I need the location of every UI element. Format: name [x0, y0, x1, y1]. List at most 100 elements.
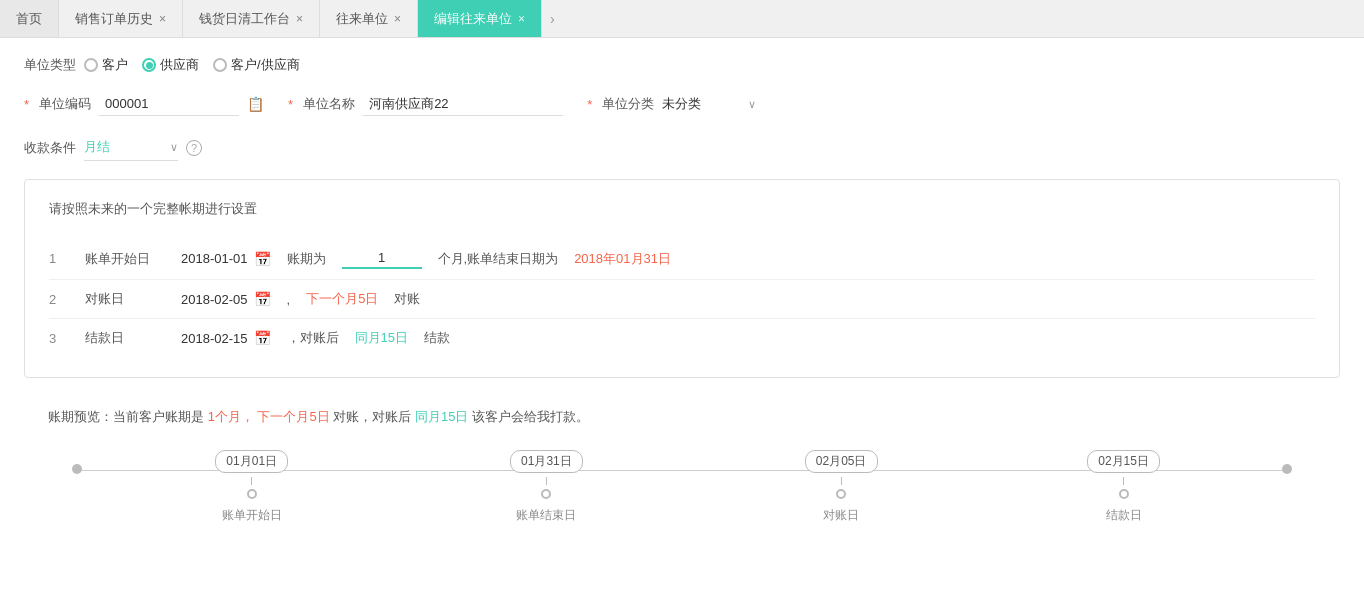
timeline-tick-2 [546, 477, 547, 485]
timeline-dot-2 [541, 489, 551, 499]
tab-cash-work[interactable]: 钱货日清工作台 × [183, 0, 320, 37]
timeline-date-2: 01月31日 [510, 450, 583, 473]
timeline-point-1: 01月01日 账单开始日 [215, 450, 288, 524]
row-label-3: 结款日 [85, 329, 165, 347]
timeline-tick-1 [251, 477, 252, 485]
unit-code-label: 单位编码 [39, 95, 91, 113]
radio-circle-both [213, 58, 227, 72]
radio-supplier[interactable]: 供应商 [142, 56, 199, 74]
start-date-text: 2018-01-01 [181, 251, 248, 266]
reconcile-date-text: 2018-02-05 [181, 292, 248, 307]
timeline-point-2: 01月31日 账单结束日 [510, 450, 583, 524]
row-label-2: 对账日 [85, 290, 165, 308]
preview-months: 1个月， [208, 409, 254, 424]
timeline-dot-1 [247, 489, 257, 499]
timeline-date-1: 01月01日 [215, 450, 288, 473]
billing-card: 请按照未来的一个完整帐期进行设置 1 账单开始日 2018-01-01 📅 账期… [24, 179, 1340, 378]
unit-name-label: 单位名称 [303, 95, 355, 113]
reconcile-highlight: 下一个月5日 [306, 290, 378, 308]
timeline-label-3: 对账日 [823, 507, 859, 524]
timeline-point-3: 02月05日 对账日 [805, 450, 878, 524]
payment-label: 收款条件 [24, 139, 76, 157]
timeline-dot-4 [1119, 489, 1129, 499]
unit-code-input[interactable] [99, 92, 239, 116]
preview-section: 账期预览：当前客户账期是 1个月， 下一个月5日 对账，对账后 同月15日 该客… [24, 394, 1340, 534]
unit-class-label: 单位分类 [602, 95, 654, 113]
radio-circle-customer [84, 58, 98, 72]
payment-row: 收款条件 月结 ∨ ? [24, 134, 1340, 161]
payment-date-value: 2018-02-15 📅 [181, 330, 271, 346]
code-required-star: * [24, 97, 29, 112]
unit-name-group: * 单位名称 [288, 92, 563, 116]
preview-payment-day: 同月15日 [415, 409, 468, 424]
timeline-date-4: 02月15日 [1087, 450, 1160, 473]
radio-circle-supplier [142, 58, 156, 72]
radio-group: 客户 供应商 客户/供应商 [84, 56, 300, 74]
unit-type-row: 单位类型 客户 供应商 客户/供应商 [24, 56, 1340, 74]
close-cash-work[interactable]: × [296, 13, 303, 25]
row-label-1: 账单开始日 [85, 250, 165, 268]
payment-help-icon[interactable]: ? [186, 140, 202, 156]
period-suffix: 个月,账单结束日期为 [438, 250, 559, 268]
tab-partner-unit[interactable]: 往来单位 × [320, 0, 418, 37]
payment-select[interactable]: 月结 ∨ [84, 134, 178, 161]
timeline-tick-3 [841, 477, 842, 485]
unit-class-value: 未分类 [662, 95, 742, 113]
radio-label-customer: 客户 [102, 56, 128, 74]
class-required-star: * [587, 97, 592, 112]
tab-sales-history[interactable]: 销售订单历史 × [59, 0, 183, 37]
radio-both[interactable]: 客户/供应商 [213, 56, 300, 74]
timeline: 01月01日 账单开始日 01月31日 账单结束日 02月05日 对账日 [68, 450, 1296, 520]
period-input[interactable] [342, 248, 422, 269]
preview-mid: 对账，对账后 [333, 409, 411, 424]
billing-row-2: 2 对账日 2018-02-05 📅 , 下一个月5日 对账 [49, 280, 1315, 319]
reconcile-prefix: , [287, 292, 291, 307]
payment-group: 收款条件 月结 ∨ ? [24, 134, 202, 161]
unit-code-group: * 单位编码 📋 [24, 92, 264, 116]
timeline-date-3: 02月05日 [805, 450, 878, 473]
payment-suffix: 结款 [424, 329, 450, 347]
timeline-label-4: 结款日 [1106, 507, 1142, 524]
billing-row-1: 1 账单开始日 2018-01-01 📅 账期为 个月,账单结束日期为 2018… [49, 238, 1315, 280]
row-num-1: 1 [49, 251, 69, 266]
preview-end: 该客户会给我打款。 [472, 409, 589, 424]
reconcile-suffix: 对账 [394, 290, 420, 308]
timeline-point-4: 02月15日 结款日 [1087, 450, 1160, 524]
card-title: 请按照未来的一个完整帐期进行设置 [49, 200, 1315, 218]
payment-date-text: 2018-02-15 [181, 331, 248, 346]
timeline-end-endpoint [1282, 464, 1292, 474]
period-label: 账期为 [287, 250, 326, 268]
payment-prefix: ，对账后 [287, 329, 339, 347]
start-date-calendar[interactable]: 📅 [254, 251, 271, 267]
tab-edit-partner[interactable]: 编辑往来单位 × [418, 0, 542, 37]
unit-name-input[interactable] [363, 92, 563, 116]
payment-value: 月结 [84, 138, 164, 156]
unit-info-row: * 单位编码 📋 * 单位名称 * 单位分类 未分类 ∨ [24, 92, 1340, 116]
close-partner-unit[interactable]: × [394, 13, 401, 25]
unit-type-group: 单位类型 客户 供应商 客户/供应商 [24, 56, 300, 74]
row-num-2: 2 [49, 292, 69, 307]
unit-class-arrow: ∨ [748, 98, 756, 111]
timeline-dot-3 [836, 489, 846, 499]
tab-bar: 首页 销售订单历史 × 钱货日清工作台 × 往来单位 × 编辑往来单位 × › [0, 0, 1364, 38]
unit-code-icon[interactable]: 📋 [247, 96, 264, 112]
close-edit-partner[interactable]: × [518, 13, 525, 25]
preview-reconcile-day: 下一个月5日 [257, 409, 329, 424]
end-date-highlight: 2018年01月31日 [574, 250, 671, 268]
unit-type-label: 单位类型 [24, 56, 76, 74]
unit-class-group: * 单位分类 未分类 ∨ [587, 95, 782, 113]
row-num-3: 3 [49, 331, 69, 346]
payment-date-calendar[interactable]: 📅 [254, 330, 271, 346]
tab-home[interactable]: 首页 [0, 0, 59, 37]
close-sales-history[interactable]: × [159, 13, 166, 25]
timeline-tick-4 [1123, 477, 1124, 485]
unit-class-select[interactable]: 未分类 ∨ [662, 95, 782, 113]
timeline-label-2: 账单结束日 [516, 507, 576, 524]
payment-highlight: 同月15日 [355, 329, 408, 347]
radio-customer[interactable]: 客户 [84, 56, 128, 74]
radio-label-both: 客户/供应商 [231, 56, 300, 74]
tab-nav-arrow[interactable]: › [542, 0, 563, 37]
reconcile-date-calendar[interactable]: 📅 [254, 291, 271, 307]
name-required-star: * [288, 97, 293, 112]
start-date-value: 2018-01-01 📅 [181, 251, 271, 267]
